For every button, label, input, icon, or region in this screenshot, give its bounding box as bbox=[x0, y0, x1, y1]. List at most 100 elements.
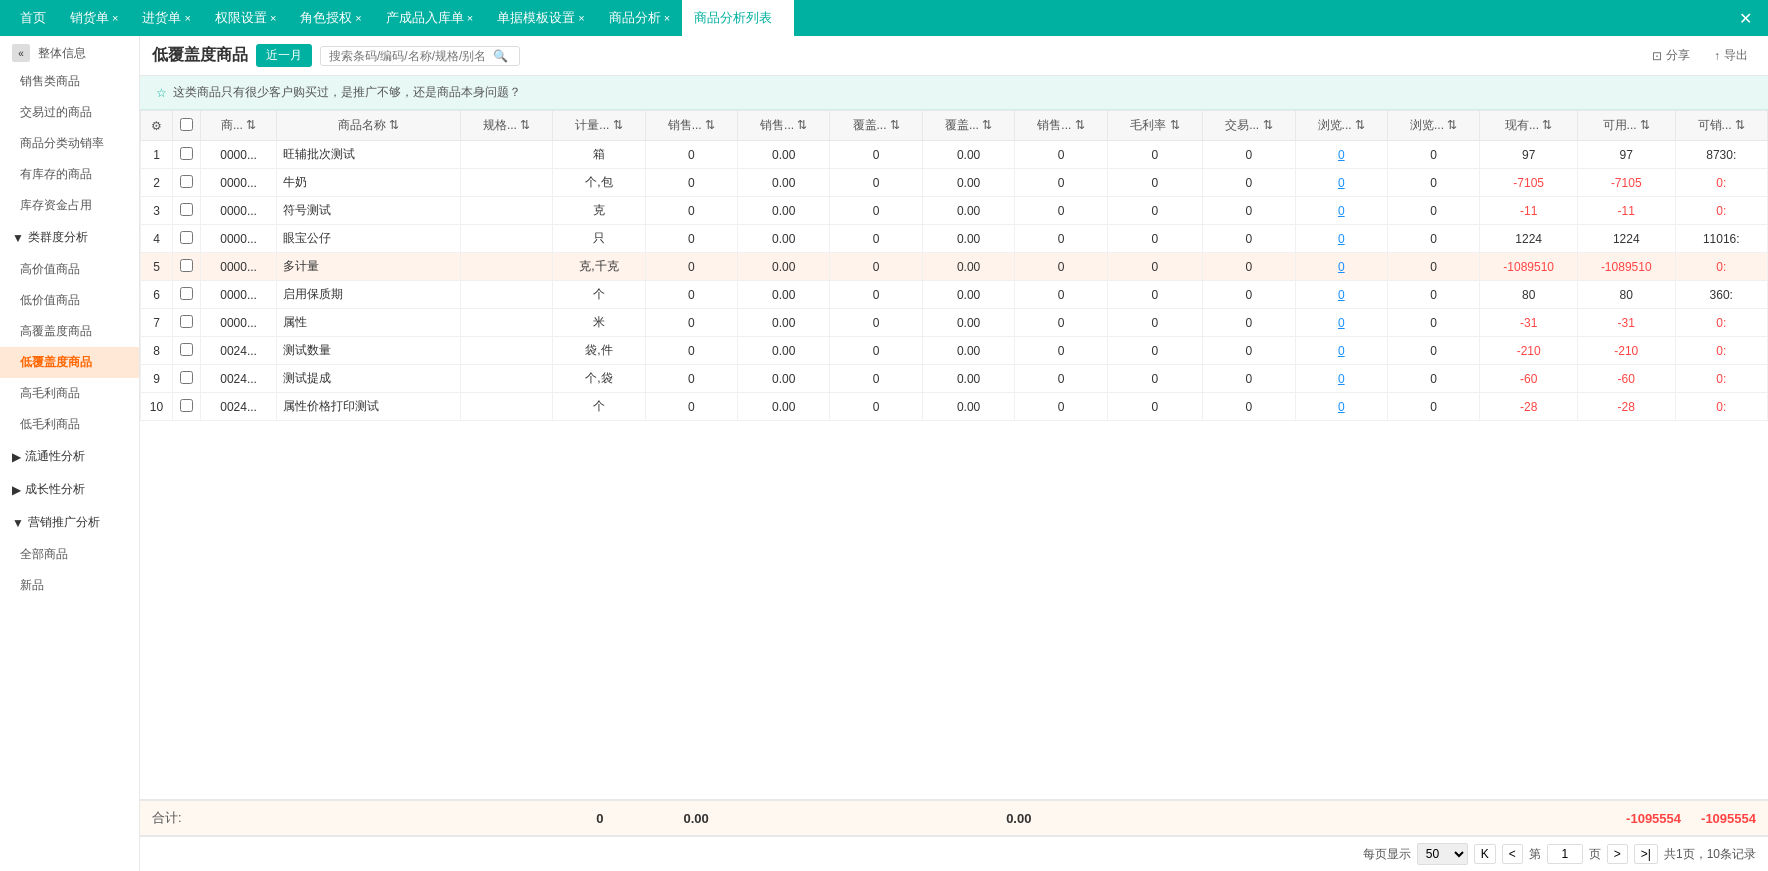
row-select-checkbox[interactable] bbox=[180, 231, 193, 244]
row-select-checkbox[interactable] bbox=[180, 203, 193, 216]
prev-page-button[interactable]: < bbox=[1502, 844, 1523, 864]
sidebar-item-low-margin[interactable]: 低毛利商品 bbox=[0, 409, 139, 440]
col-avail[interactable]: 可用... ⇅ bbox=[1577, 111, 1675, 141]
sidebar-item-high-value[interactable]: 高价值商品 bbox=[0, 254, 139, 285]
row-select-checkbox[interactable] bbox=[180, 399, 193, 412]
app-close-button[interactable]: ✕ bbox=[1731, 9, 1760, 28]
sidebar-item-sales-goods[interactable]: 销售类商品 bbox=[0, 66, 139, 97]
nav-sales[interactable]: 销货单 × bbox=[58, 0, 130, 36]
nav-product-entry[interactable]: 产成品入库单 × bbox=[374, 0, 485, 36]
sidebar-item-high-coverage[interactable]: 高覆盖度商品 bbox=[0, 316, 139, 347]
browse1-link[interactable]: 0 bbox=[1338, 148, 1345, 162]
col-browse1[interactable]: 浏览... ⇅ bbox=[1295, 111, 1387, 141]
col-sales-amt[interactable]: 销售... ⇅ bbox=[738, 111, 830, 141]
sidebar-item-new-goods[interactable]: 新品 bbox=[0, 570, 139, 601]
col-sellable[interactable]: 可销... ⇅ bbox=[1675, 111, 1767, 141]
col-stock1[interactable]: 现有... ⇅ bbox=[1480, 111, 1578, 141]
sidebar-group-category[interactable]: ▼ 类群度分析 bbox=[0, 221, 139, 254]
browse1-link[interactable]: 0 bbox=[1338, 176, 1345, 190]
nav-close-template[interactable]: × bbox=[578, 12, 584, 24]
per-page-select[interactable]: 50 100 200 bbox=[1417, 843, 1468, 865]
next-page-button[interactable]: > bbox=[1607, 844, 1628, 864]
gear-icon[interactable]: ⚙ bbox=[151, 119, 162, 133]
sidebar-item-traded-goods[interactable]: 交易过的商品 bbox=[0, 97, 139, 128]
row-browse1[interactable]: 0 bbox=[1295, 253, 1387, 281]
row-select-checkbox[interactable] bbox=[180, 287, 193, 300]
sidebar-group-flow[interactable]: ▶ 流通性分析 bbox=[0, 440, 139, 473]
nav-close-permission[interactable]: × bbox=[270, 12, 276, 24]
browse1-link[interactable]: 0 bbox=[1338, 316, 1345, 330]
share-button[interactable]: ⊡ 分享 bbox=[1644, 44, 1698, 67]
table-wrapper[interactable]: ⚙ 商... ⇅ 商品名称 ⇅ 规格... ⇅ 计量... ⇅ 销售... ⇅ … bbox=[140, 110, 1768, 799]
browse1-link[interactable]: 0 bbox=[1338, 372, 1345, 386]
nav-close-role[interactable]: × bbox=[355, 12, 361, 24]
nav-close-list[interactable]: × bbox=[775, 12, 781, 24]
row-browse1[interactable]: 0 bbox=[1295, 225, 1387, 253]
row-browse1[interactable]: 0 bbox=[1295, 141, 1387, 169]
nav-close-analysis[interactable]: × bbox=[664, 12, 670, 24]
nav-home[interactable]: 首页 bbox=[8, 0, 58, 36]
row-browse1[interactable]: 0 bbox=[1295, 281, 1387, 309]
sidebar-item-low-value[interactable]: 低价值商品 bbox=[0, 285, 139, 316]
row-select-checkbox[interactable] bbox=[180, 315, 193, 328]
export-button[interactable]: ↑ 导出 bbox=[1706, 44, 1756, 67]
nav-close-purchase[interactable]: × bbox=[184, 12, 190, 24]
search-icon[interactable]: 🔍 bbox=[493, 49, 508, 63]
nav-template[interactable]: 单据模板设置 × bbox=[485, 0, 596, 36]
sidebar-item-stock-capital[interactable]: 库存资金占用 bbox=[0, 190, 139, 221]
nav-purchase[interactable]: 进货单 × bbox=[130, 0, 202, 36]
sidebar-item-stock-goods[interactable]: 有库存的商品 bbox=[0, 159, 139, 190]
col-cover2[interactable]: 覆盖... ⇅ bbox=[922, 111, 1014, 141]
row-browse1[interactable]: 0 bbox=[1295, 197, 1387, 225]
sidebar-collapse-btn[interactable]: « bbox=[12, 44, 30, 62]
browse1-link[interactable]: 0 bbox=[1338, 232, 1345, 246]
row-browse1[interactable]: 0 bbox=[1295, 393, 1387, 421]
col-code[interactable]: 商... ⇅ bbox=[201, 111, 277, 141]
nav-close-sales[interactable]: × bbox=[112, 12, 118, 24]
nav-close-product[interactable]: × bbox=[467, 12, 473, 24]
sidebar-group-growth[interactable]: ▶ 成长性分析 bbox=[0, 473, 139, 506]
sidebar-item-low-coverage[interactable]: 低覆盖度商品 bbox=[0, 347, 139, 378]
sidebar-item-category-rate[interactable]: 商品分类动销率 bbox=[0, 128, 139, 159]
row-browse1[interactable]: 0 bbox=[1295, 337, 1387, 365]
nav-goods-list[interactable]: 商品分析列表 × bbox=[682, 0, 793, 36]
row-avail: 97 bbox=[1577, 141, 1675, 169]
row-sellable: 0: bbox=[1675, 309, 1767, 337]
browse1-link[interactable]: 0 bbox=[1338, 288, 1345, 302]
browse1-link[interactable]: 0 bbox=[1338, 400, 1345, 414]
row-browse1[interactable]: 0 bbox=[1295, 365, 1387, 393]
browse1-link[interactable]: 0 bbox=[1338, 260, 1345, 274]
row-select-checkbox[interactable] bbox=[180, 175, 193, 188]
select-all-checkbox[interactable] bbox=[180, 118, 193, 131]
col-cover1[interactable]: 覆盖... ⇅ bbox=[830, 111, 922, 141]
col-gross-rate[interactable]: 毛利率 ⇅ bbox=[1107, 111, 1202, 141]
row-select-checkbox[interactable] bbox=[180, 343, 193, 356]
nav-goods-analysis[interactable]: 商品分析 × bbox=[597, 0, 682, 36]
row-select-checkbox[interactable] bbox=[180, 371, 193, 384]
col-sales-days[interactable]: 销售... ⇅ bbox=[1015, 111, 1107, 141]
row-select-checkbox[interactable] bbox=[180, 259, 193, 272]
nav-permission[interactable]: 权限设置 × bbox=[203, 0, 288, 36]
row-browse1[interactable]: 0 bbox=[1295, 169, 1387, 197]
date-filter-button[interactable]: 近一月 bbox=[256, 44, 312, 67]
first-page-button[interactable]: K bbox=[1474, 844, 1496, 864]
col-name[interactable]: 商品名称 ⇅ bbox=[277, 111, 461, 141]
page-number-input[interactable] bbox=[1547, 844, 1583, 864]
row-sales-amt: 0.00 bbox=[738, 309, 830, 337]
sidebar-group-promotion[interactable]: ▼ 营销推广分析 bbox=[0, 506, 139, 539]
search-input[interactable] bbox=[329, 49, 489, 63]
browse1-link[interactable]: 0 bbox=[1338, 204, 1345, 218]
row-select-checkbox[interactable] bbox=[180, 147, 193, 160]
col-unit[interactable]: 计量... ⇅ bbox=[553, 111, 645, 141]
sidebar-item-all-goods[interactable]: 全部商品 bbox=[0, 539, 139, 570]
last-page-button[interactable]: >| bbox=[1634, 844, 1658, 864]
col-browse2[interactable]: 浏览... ⇅ bbox=[1387, 111, 1479, 141]
row-browse1[interactable]: 0 bbox=[1295, 309, 1387, 337]
col-sales-qty[interactable]: 销售... ⇅ bbox=[645, 111, 737, 141]
nav-role[interactable]: 角色授权 × bbox=[288, 0, 373, 36]
col-spec[interactable]: 规格... ⇅ bbox=[460, 111, 552, 141]
sidebar-item-high-margin[interactable]: 高毛利商品 bbox=[0, 378, 139, 409]
browse1-link[interactable]: 0 bbox=[1338, 344, 1345, 358]
row-avail: -28 bbox=[1577, 393, 1675, 421]
col-trade[interactable]: 交易... ⇅ bbox=[1203, 111, 1295, 141]
